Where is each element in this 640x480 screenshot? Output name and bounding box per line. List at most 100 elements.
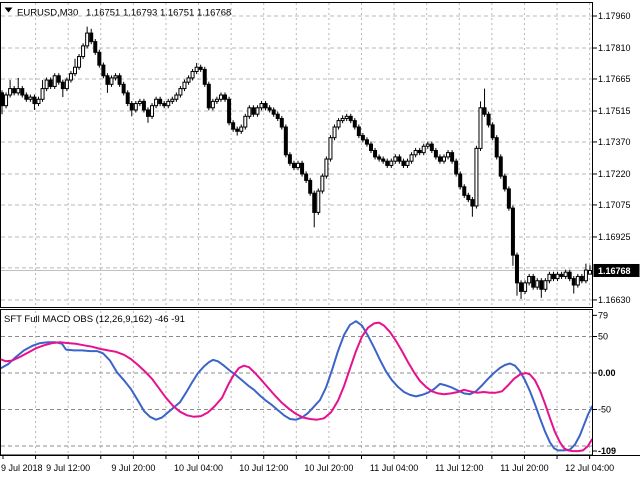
bearish-candle-body [437, 156, 442, 162]
bearish-candle-body [198, 66, 203, 70]
chart-canvas: 1.17960 1.17810 1.17665 1.17515 1.17370 1.172… [0, 0, 640, 480]
indicator-axis-label: -109 [598, 446, 616, 456]
bullish-candle-body [527, 275, 532, 284]
bearish-candle-body [397, 156, 402, 162]
bullish-candle-body [210, 100, 215, 109]
time-axis-label: 11 Jul 04:00 [370, 463, 418, 473]
bullish-candle-body [4, 94, 9, 107]
bullish-candle-body [239, 126, 244, 132]
bearish-candle-body [287, 154, 292, 164]
bullish-candle-body [44, 79, 49, 90]
bearish-candle-body [24, 94, 29, 100]
bullish-candle-body [296, 162, 301, 169]
price-axis-label: 1.17220 [598, 169, 631, 179]
bullish-candle-body [64, 79, 69, 90]
bullish-candle-body [324, 158, 329, 177]
bullish-candle-body [85, 32, 90, 47]
bullish-candle-body [409, 154, 414, 162]
bearish-candle-body [470, 199, 475, 207]
bullish-candle-body [133, 103, 138, 111]
bearish-candle-body [291, 162, 296, 169]
bullish-candle-body [320, 175, 325, 192]
bullish-candle-body [113, 75, 118, 79]
chart-ohlc-values: 1.16751 1.16793 1.16751 1.16768 [86, 8, 231, 19]
bearish-candle-body [551, 273, 556, 280]
bearish-candle-body [531, 275, 536, 288]
bearish-candle-body [20, 88, 25, 96]
indicator-axis-label: 50 [598, 332, 608, 342]
bullish-candle-body [575, 275, 580, 286]
indicator-title: SFT Full MACD OBS (12,26,9,162) -46 -91 [4, 314, 185, 325]
chart-background [0, 0, 640, 480]
bearish-candle-body [60, 81, 65, 90]
bearish-candle-body [105, 75, 110, 85]
time-axis-label: 9 Jul 2018 [1, 463, 43, 473]
bearish-candle-body [117, 75, 122, 85]
bullish-candle-body [52, 75, 57, 87]
bearish-candle-body [145, 109, 150, 117]
bearish-candle-body [360, 135, 365, 141]
bearish-candle-body [227, 98, 232, 124]
bullish-candle-body [68, 73, 73, 81]
bullish-candle-body [150, 105, 155, 117]
bearish-candle-body [101, 64, 106, 77]
bullish-candle-body [478, 107, 483, 149]
chart-symbol-label: EURUSD,M30 [17, 8, 78, 19]
bearish-candle-body [162, 103, 167, 107]
bullish-candle-body [16, 88, 21, 94]
bearish-candle-body [377, 156, 382, 160]
bullish-candle-body [255, 107, 260, 115]
bullish-candle-body [344, 115, 349, 119]
bearish-candle-body [348, 115, 353, 122]
bearish-candle-body [97, 51, 102, 66]
bullish-candle-body [328, 137, 333, 160]
bearish-candle-body [89, 32, 94, 43]
bearish-candle-body [158, 98, 163, 105]
price-axis-label: 1.17810 [598, 43, 631, 53]
bullish-candle-body [474, 147, 479, 207]
bearish-candle-body [466, 194, 471, 201]
bearish-candle-body [579, 275, 584, 282]
bullish-candle-body [40, 88, 45, 100]
bearish-candle-body [567, 271, 572, 280]
bearish-candle-body [506, 188, 511, 209]
bearish-candle-body [559, 273, 564, 277]
bullish-candle-body [336, 120, 341, 128]
bullish-candle-body [583, 269, 588, 282]
price-axis-label: 1.16630 [598, 295, 631, 305]
bearish-candle-body [510, 207, 515, 256]
bearish-candle-body [429, 143, 434, 152]
bullish-candle-body [259, 103, 264, 109]
indicator-axis-label: 79 [598, 310, 608, 320]
bearish-candle-body [490, 124, 495, 139]
bearish-candle-body [56, 75, 61, 83]
bullish-candle-body [547, 273, 552, 282]
time-axis-label: 9 Jul 12:00 [46, 463, 90, 473]
bearish-candle-body [369, 143, 374, 152]
bearish-candle-body [454, 160, 459, 175]
bullish-candle-body [393, 156, 398, 162]
bearish-candle-body [32, 96, 37, 105]
bullish-candle-body [446, 152, 451, 158]
bullish-candle-body [441, 156, 446, 162]
time-axis-label: 9 Jul 20:00 [111, 463, 155, 473]
price-axis-label: 1.17665 [598, 74, 631, 84]
bearish-candle-body [352, 120, 357, 128]
time-axis-label: 11 Jul 12:00 [435, 463, 483, 473]
bullish-candle-body [170, 98, 175, 102]
time-axis-label: 10 Jul 20:00 [304, 463, 353, 473]
bearish-candle-body [129, 103, 134, 111]
bearish-candle-body [364, 139, 369, 145]
bearish-candle-body [263, 103, 268, 109]
bearish-candle-body [519, 282, 524, 292]
bullish-candle-body [332, 126, 337, 139]
bearish-candle-body [223, 94, 228, 100]
price-axis-label: 1.17075 [598, 200, 631, 210]
bullish-candle-body [247, 107, 252, 117]
price-axis-label: 1.17370 [598, 137, 631, 147]
bullish-candle-body [166, 100, 171, 107]
bullish-candle-body [174, 94, 179, 100]
bearish-candle-body [267, 107, 272, 111]
bullish-candle-body [137, 100, 142, 105]
bearish-candle-body [125, 92, 130, 105]
